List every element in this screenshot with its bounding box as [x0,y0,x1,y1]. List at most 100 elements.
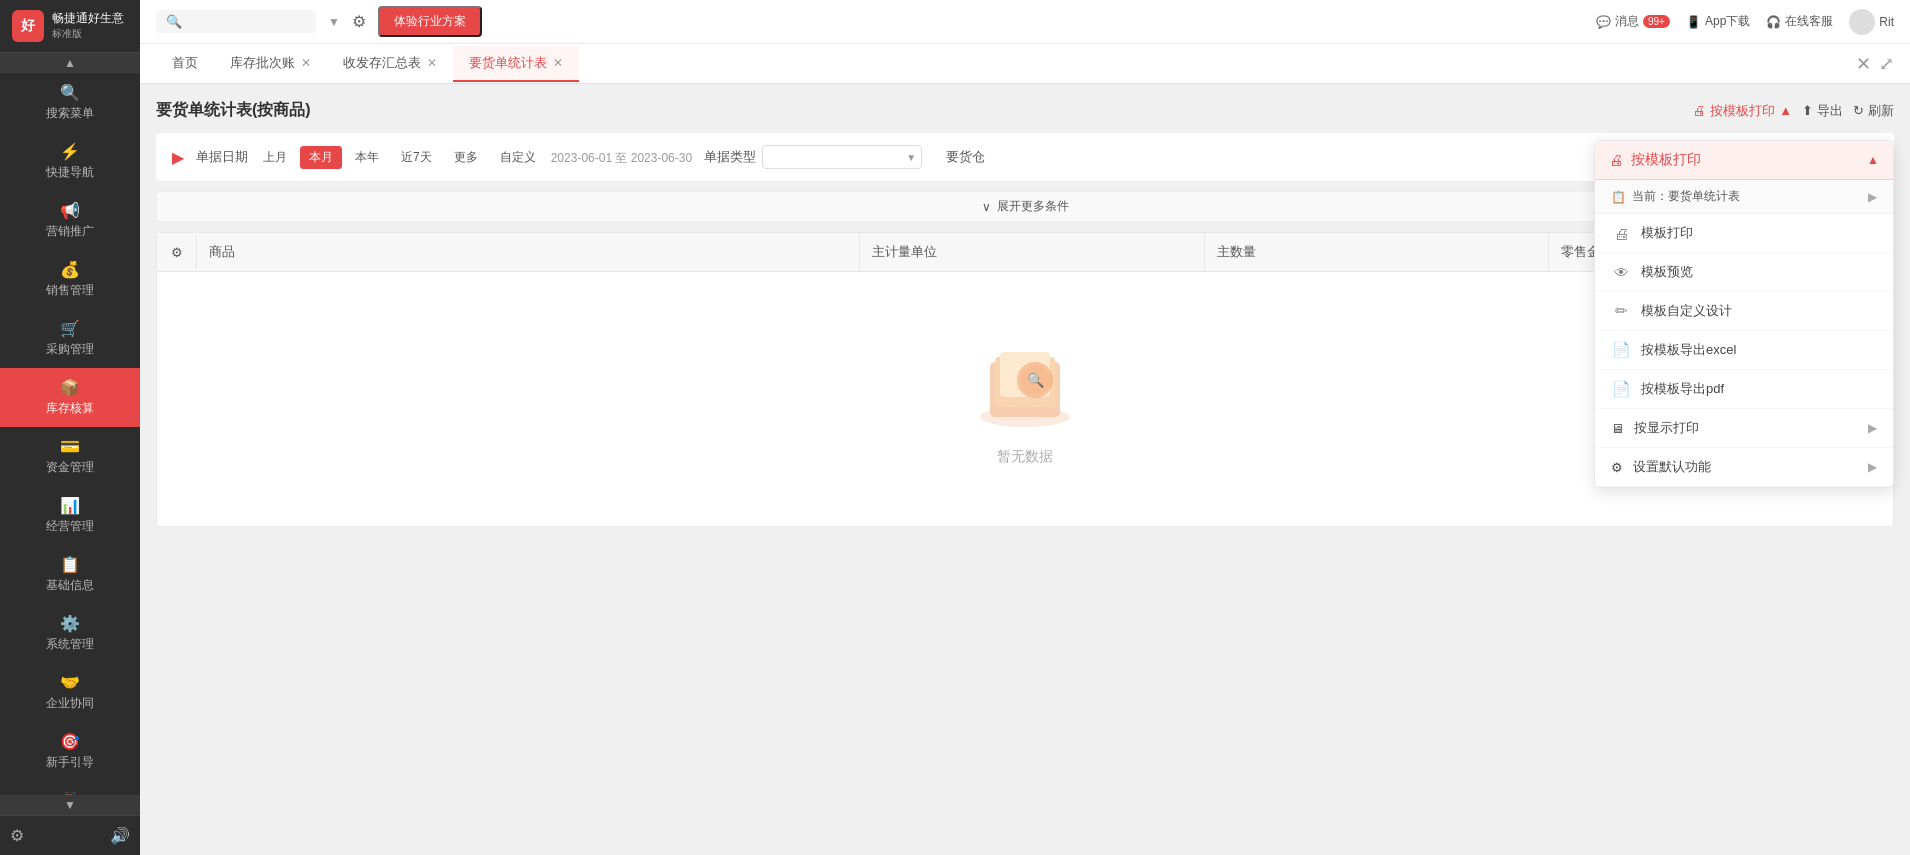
search-input[interactable] [188,15,288,29]
warehouse-label: 要货仓 [946,148,985,166]
message-action[interactable]: 💬 消息 99+ [1596,13,1670,30]
main-content: 🔍 ▼ ⚙ 体验行业方案 💬 消息 99+ 📱 App下载 🎧 在线客服 Rit [140,0,1910,855]
dropdown-item-export-excel[interactable]: 📄 按模板导出excel [1595,331,1893,370]
template-design-icon: ✏ [1611,302,1631,320]
export-pdf-label: 按模板导出pdf [1641,380,1724,398]
print-dropdown-toggle-icon[interactable]: ▲ [1779,103,1792,118]
svg-text:🔍: 🔍 [1027,372,1045,389]
sidebar-item-finance[interactable]: 💳 资金管理 [0,427,140,486]
display-print-icon: 🖥 [1611,421,1624,436]
sidebar-item-operation[interactable]: 📊 经营管理 [0,486,140,545]
app-name: 畅捷通好生意 [52,11,124,27]
warehouse-filter-group: 要货仓 [934,148,985,166]
tab-0[interactable]: 首页 [156,46,214,82]
print-dropdown: 🖨 按模板打印 ▲ 📋 当前：要货单统计表 ▶ 🖨 模板打印 👁 模板预览 ✏ … [1594,140,1894,488]
dropdown-item-template-print[interactable]: 🖨 模板打印 [1595,214,1893,253]
search-icon-top: 🔍 [166,14,182,29]
sales-nav-label: 销售管理 [46,282,94,299]
tab-1[interactable]: 库存批次账 ✕ [214,46,327,82]
printer-icon: 🖨 [1693,103,1706,118]
sidebar-bottom: ⚙ 🔊 [0,815,140,855]
purchase-nav-icon: 🛒 [60,319,80,338]
date-filter-group: 单据日期 上月本月本年近7天更多自定义 2023-06-01 至 2023-06… [196,146,692,169]
quick-nav-nav-label: 快捷导航 [46,164,94,181]
date-btn-5[interactable]: 自定义 [491,146,545,169]
template-preview-label: 模板预览 [1641,263,1693,281]
sidebar-item-sales[interactable]: 💰 销售管理 [0,250,140,309]
sidebar-item-collab[interactable]: 🤝 企业协同 [0,663,140,722]
date-btn-4[interactable]: 更多 [445,146,487,169]
dropdown-item-template-design[interactable]: ✏ 模板自定义设计 [1595,292,1893,331]
tab-2[interactable]: 收发存汇总表✕ [327,46,453,82]
sidebar-item-marketing[interactable]: 📢 营销推广 [0,191,140,250]
sidebar-item-system[interactable]: ⚙️ 系统管理 [0,604,140,663]
sidebar: 好 畅捷通好生意 标准版 ▲ 🔍 搜索菜单 ⚡ 快捷导航 📢 营销推广 💰 销售… [0,0,140,855]
export-button[interactable]: ⬆ 导出 [1802,102,1843,120]
scroll-up-arrow[interactable]: ▲ [0,53,140,73]
dropdown-chevron-icon[interactable]: ▼ [328,15,340,29]
dropdown-subitem-display-print[interactable]: 🖥 按显示打印 ▶ [1595,409,1893,448]
tabs-bar: 首页库存批次账✕收发存汇总表✕要货单统计表✕ ✕ ⤢ [140,44,1910,84]
quick-nav-nav-icon: ⚡ [60,142,80,161]
tab-close-2[interactable]: ✕ [427,56,437,70]
display-print-label: 按显示打印 [1634,419,1699,437]
scroll-down-arrow[interactable]: ▼ [0,795,140,815]
sound-bottom-icon[interactable]: 🔊 [110,826,130,845]
dropdown-item-export-pdf[interactable]: 📄 按模板导出pdf [1595,370,1893,409]
guide-nav-icon: 🎯 [60,732,80,751]
sidebar-item-purchase[interactable]: 🛒 采购管理 [0,309,140,368]
order-type-select[interactable] [762,145,922,169]
settings-bottom-icon[interactable]: ⚙ [10,826,24,845]
tab-close-1[interactable]: ✕ [301,56,311,70]
template-print-icon: 🖨 [1611,225,1631,242]
date-btn-2[interactable]: 本年 [346,146,388,169]
template-print-label: 模板打印 [1641,224,1693,242]
sidebar-item-search[interactable]: 🔍 搜索菜单 [0,73,140,132]
date-btn-3[interactable]: 近7天 [392,146,441,169]
app-download-action[interactable]: 📱 App下载 [1686,13,1750,30]
username-label: Rit [1879,15,1894,29]
sidebar-item-guide[interactable]: 🎯 新手引导 [0,722,140,781]
sidebar-item-basic[interactable]: 📋 基础信息 [0,545,140,604]
date-buttons: 上月本月本年近7天更多自定义 [254,146,545,169]
print-dropdown-header[interactable]: 🖨 按模板打印 ▲ [1595,141,1893,180]
template-preview-icon: 👁 [1611,264,1631,281]
refresh-button[interactable]: ↻ 刷新 [1853,102,1894,120]
empty-text: 暂无数据 [997,448,1053,466]
trial-button[interactable]: 体验行业方案 [378,6,482,37]
filter-expand-icon[interactable]: ▶ [172,148,184,167]
tab-close-3[interactable]: ✕ [553,56,563,70]
window-controls: ✕ ⤢ [1856,53,1894,75]
refresh-icon: ↻ [1853,103,1864,118]
date-btn-1[interactable]: 本月 [300,146,342,169]
print-template-button[interactable]: 🖨 按模板打印 ▲ [1693,102,1792,120]
print-dropdown-title: 🖨 按模板打印 [1609,151,1701,169]
tab-3[interactable]: 要货单统计表✕ [453,46,579,82]
operation-nav-icon: 📊 [60,496,80,515]
dropdown-subitems: 🖥 按显示打印 ▶ ⚙ 设置默认功能 ▶ [1595,409,1893,487]
sidebar-item-quick-nav[interactable]: ⚡ 快捷导航 [0,132,140,191]
dropdown-subitem-default-func[interactable]: ⚙ 设置默认功能 ▶ [1595,448,1893,487]
close-window-icon[interactable]: ✕ [1856,53,1871,75]
topbar-search-box[interactable]: 🔍 [156,10,316,33]
user-avatar-action[interactable]: Rit [1849,9,1894,35]
dropdown-close-arrow-icon[interactable]: ▲ [1867,153,1879,167]
date-btn-0[interactable]: 上月 [254,146,296,169]
tab-label-0: 首页 [172,54,198,72]
sidebar-item-inventory[interactable]: 📦 库存核算 [0,368,140,427]
page-content: 要货单统计表(按商品) 🖨 按模板打印 ▲ ⬆ 导出 ↻ 刷新 ▶ [140,84,1910,855]
sidebar-item-app-center[interactable]: 📱 应用中心 [0,781,140,795]
marketing-nav-icon: 📢 [60,201,80,220]
tab-label-1: 库存批次账 [230,54,295,72]
expand-window-icon[interactable]: ⤢ [1879,53,1894,75]
online-service-action[interactable]: 🎧 在线客服 [1766,13,1833,30]
current-template-arrow-icon[interactable]: ▶ [1868,190,1877,204]
system-nav-label: 系统管理 [46,636,94,653]
gear-icon-top[interactable]: ⚙ [352,12,366,31]
date-filter-label: 单据日期 [196,148,248,166]
guide-nav-label: 新手引导 [46,754,94,771]
dropdown-item-template-preview[interactable]: 👁 模板预览 [1595,253,1893,292]
print-template-label: 按模板打印 [1710,102,1775,120]
export-icon: ⬆ [1802,103,1813,118]
message-label: 消息 [1615,13,1639,30]
